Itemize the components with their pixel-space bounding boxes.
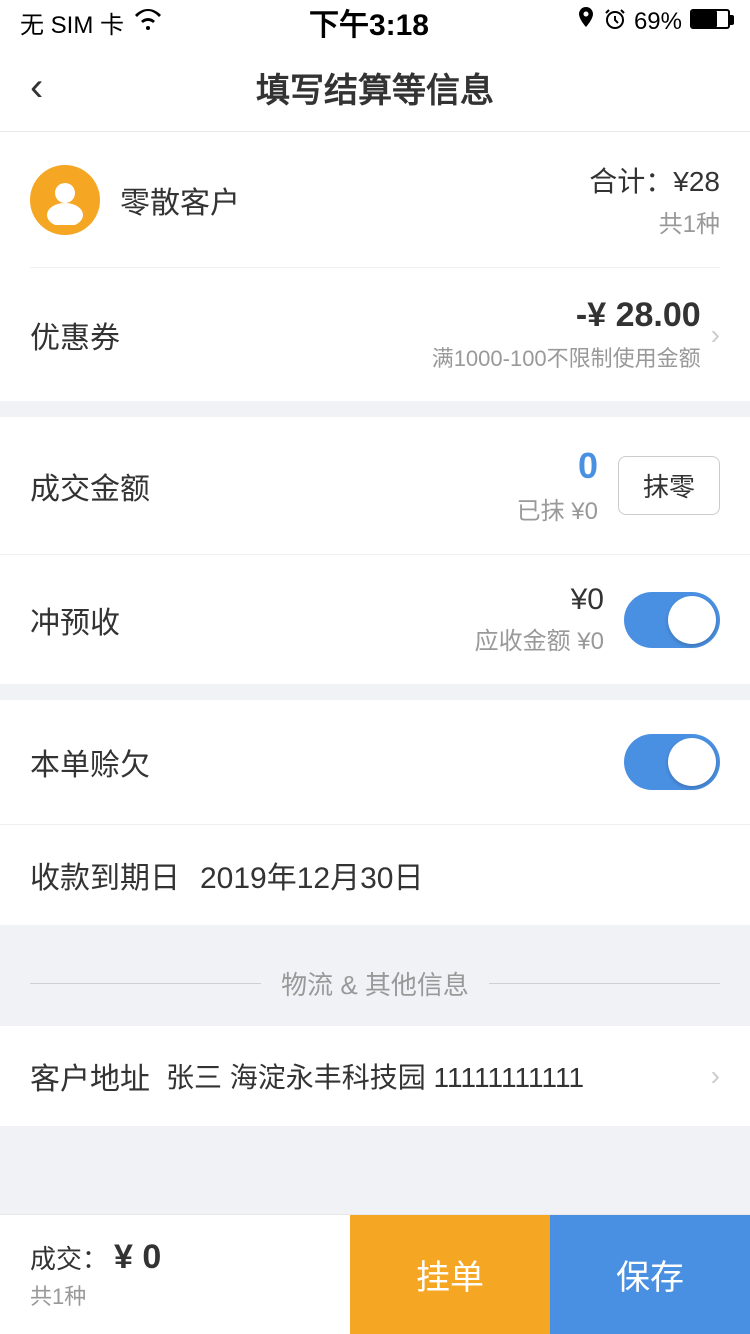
coupon-detail: -¥ 28.00 满1000-100不限制使用金额	[432, 296, 701, 373]
round-zero-button[interactable]: 抹零	[618, 456, 720, 515]
precollect-label: 冲预收	[30, 598, 120, 642]
coupon-description: 满1000-100不限制使用金额	[432, 341, 701, 373]
customer-count: 共1种	[589, 204, 720, 239]
precollect-toggle[interactable]	[624, 592, 720, 648]
debt-label: 本单赊欠	[30, 740, 150, 784]
duedate-value: 2019年12月30日	[200, 853, 423, 897]
duedate-row: 收款到期日 2019年12月30日	[0, 824, 750, 925]
coupon-right: -¥ 28.00 满1000-100不限制使用金额 ›	[432, 296, 720, 373]
coupon-label: 优惠券	[30, 313, 120, 357]
transaction-label: 成交金额	[30, 464, 150, 508]
status-bar: 无 SIM 卡 下午3:18 69%	[0, 0, 750, 44]
address-row[interactable]: 客户地址 张三 海淀永丰科技园 11111111111 ›	[0, 1026, 750, 1126]
coupon-chevron-icon: ›	[711, 319, 720, 351]
logistics-header: 物流 & 其他信息	[0, 941, 750, 1026]
deal-label: 成交：	[30, 1239, 108, 1276]
hold-button[interactable]: 挂单	[350, 1215, 550, 1334]
customer-name: 零散客户	[120, 178, 240, 222]
amount-row: 成交金额 0 已抹 ¥0 抹零	[0, 417, 750, 554]
customer-avatar	[30, 165, 100, 235]
customer-section: 零散客户 合计：¥28 共1种 优惠券 -¥ 28.00 满1000-100不限…	[0, 132, 750, 401]
carrier-label: 无 SIM 卡	[20, 5, 124, 40]
customer-right: 合计：¥28 共1种	[589, 160, 720, 239]
status-right: 69%	[576, 7, 730, 38]
alarm-icon	[604, 7, 626, 38]
debt-row: 本单赊欠	[0, 700, 750, 824]
wifi-icon	[134, 8, 162, 37]
logistics-label: 物流 & 其他信息	[281, 965, 469, 1002]
coupon-discount: -¥ 28.00	[432, 296, 701, 335]
amount-detail: 0 已抹 ¥0	[517, 445, 598, 526]
precollect-row: 冲预收 ¥0 应收金额 ¥0	[0, 554, 750, 684]
back-button[interactable]: ‹	[30, 65, 43, 110]
debt-toggle[interactable]	[624, 734, 720, 790]
precollect-right: ¥0 应收金额 ¥0	[475, 583, 720, 656]
nav-bar: ‹ 填写结算等信息	[0, 44, 750, 132]
logistics-section: 物流 & 其他信息	[0, 941, 750, 1026]
transaction-sub: 已抹 ¥0	[517, 491, 598, 526]
duedate-label: 收款到期日	[30, 853, 180, 897]
save-button[interactable]: 保存	[550, 1215, 750, 1334]
precollect-receivable: 应收金额 ¥0	[475, 621, 604, 656]
battery-percent: 69%	[634, 8, 682, 36]
customer-left: 零散客户	[30, 165, 240, 235]
debt-section: 本单赊欠 收款到期日 2019年12月30日	[0, 700, 750, 925]
address-chevron-icon: ›	[711, 1060, 720, 1092]
status-time: 下午3:18	[309, 0, 429, 44]
status-left: 无 SIM 卡	[20, 5, 162, 40]
transaction-section: 成交金额 0 已抹 ¥0 抹零 冲预收 ¥0 应收金额 ¥0	[0, 417, 750, 684]
customer-total: 合计：¥28	[589, 160, 720, 200]
address-value: 张三 海淀永丰科技园 11111111111	[166, 1056, 695, 1096]
transaction-value: 0	[517, 445, 598, 487]
address-section: 客户地址 张三 海淀永丰科技园 11111111111 ›	[0, 1026, 750, 1126]
address-label: 客户地址	[30, 1054, 150, 1098]
battery-icon	[690, 8, 730, 36]
page-title: 填写结算等信息	[256, 63, 494, 112]
location-icon	[576, 7, 596, 38]
deal-count: 共1种	[30, 1279, 320, 1311]
coupon-row[interactable]: 优惠券 -¥ 28.00 满1000-100不限制使用金额 ›	[0, 268, 750, 401]
bottom-bar: 成交： ¥ 0 共1种 挂单 保存	[0, 1214, 750, 1334]
precollect-values: ¥0 应收金额 ¥0	[475, 583, 604, 656]
bottom-info: 成交： ¥ 0 共1种	[0, 1238, 350, 1311]
deal-amount: ¥ 0	[114, 1238, 161, 1277]
precollect-amount: ¥0	[475, 583, 604, 617]
amount-right: 0 已抹 ¥0 抹零	[517, 445, 720, 526]
customer-row: 零散客户 合计：¥28 共1种	[0, 132, 750, 267]
